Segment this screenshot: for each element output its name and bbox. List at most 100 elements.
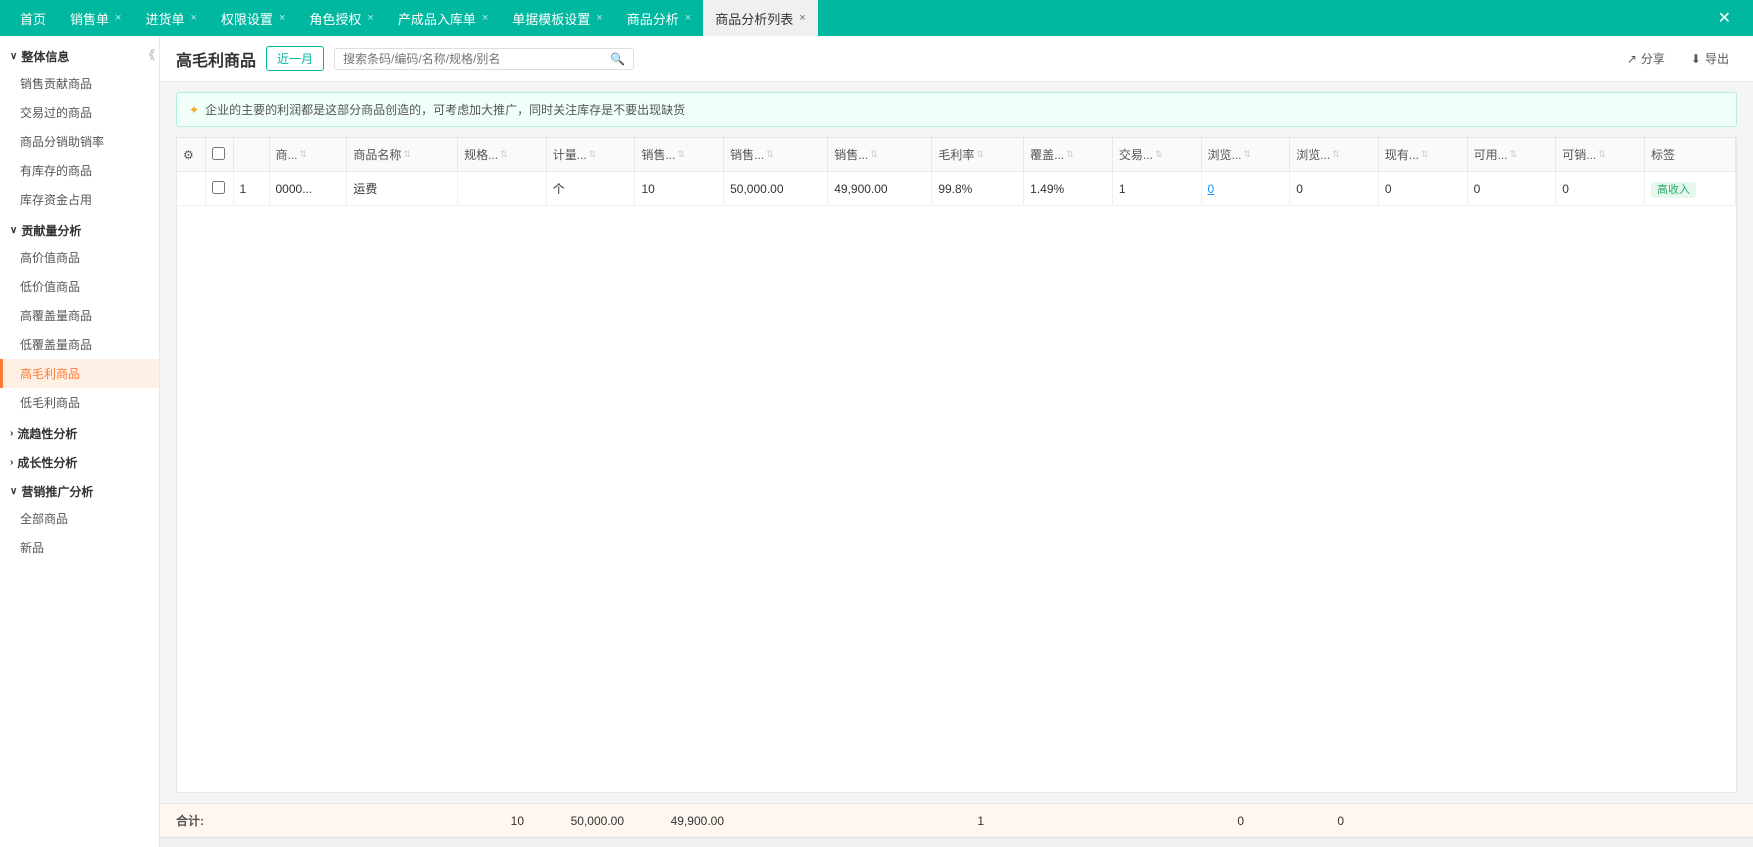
sidebar-item-全部商品[interactable]: 全部商品 <box>0 504 159 533</box>
sidebar-item-低覆盖量商品[interactable]: 低覆盖量商品 <box>0 330 159 359</box>
nav-item-商品分析列表[interactable]: 商品分析列表× <box>703 0 817 36</box>
table-cell: 10 <box>635 172 724 206</box>
export-icon: ⬇ <box>1691 52 1701 66</box>
nav-item-权限设置[interactable]: 权限设置× <box>209 0 297 36</box>
column-header-浏览...[interactable]: 浏览...⇅ <box>1290 138 1379 172</box>
column-header- <box>233 138 269 172</box>
column-header-可销...[interactable]: 可销...⇅ <box>1556 138 1645 172</box>
table-cell: 1 <box>233 172 269 206</box>
sidebar-item-商品分销助销率[interactable]: 商品分销助销率 <box>0 127 159 156</box>
window-close-button[interactable]: ✕ <box>1704 0 1745 36</box>
share-icon: ↗ <box>1627 52 1637 66</box>
column-header-计量...[interactable]: 计量...⇅ <box>546 138 635 172</box>
info-banner: ✦ 企业的主要的利润都是这部分商品创造的，可考虑加大推广，同时关注库存是不要出现… <box>176 92 1737 127</box>
export-button[interactable]: ⬇ 导出 <box>1683 46 1737 71</box>
nav-close-icon[interactable]: × <box>115 12 121 24</box>
data-table: ⚙商...⇅商品名称⇅规格...⇅计量...⇅销售...⇅销售...⇅销售...… <box>177 138 1736 206</box>
sidebar-item-有库存的商品[interactable]: 有库存的商品 <box>0 156 159 185</box>
sort-icon: ⇅ <box>1066 149 1074 160</box>
column-label: 商... <box>276 146 298 163</box>
table-cell <box>458 172 547 206</box>
column-label: 现有... <box>1385 146 1419 163</box>
nav-item-商品分析[interactable]: 商品分析× <box>615 0 703 36</box>
column-header-规格...[interactable]: 规格...⇅ <box>458 138 547 172</box>
period-button[interactable]: 近一月 <box>266 46 324 71</box>
column-header-覆盖...[interactable]: 覆盖...⇅ <box>1024 138 1113 172</box>
table-cell: 1 <box>1112 172 1201 206</box>
table-cell: 0 <box>1556 172 1645 206</box>
info-icon: ✦ <box>189 103 199 117</box>
nav-item-单据模板设置[interactable]: 单据模板设置× <box>500 0 614 36</box>
sort-icon: ⇅ <box>500 149 508 160</box>
nav-close-icon[interactable]: × <box>799 12 805 24</box>
sidebar-item-高价值商品[interactable]: 高价值商品 <box>0 243 159 272</box>
column-header-毛利率[interactable]: 毛利率⇅ <box>932 138 1024 172</box>
share-button[interactable]: ↗ 分享 <box>1619 46 1673 71</box>
sort-icon: ⇅ <box>766 149 774 160</box>
nav-close-icon[interactable]: × <box>367 12 373 24</box>
nav-close-icon[interactable]: × <box>190 12 196 24</box>
sidebar-group-贡献量分析[interactable]: ∨贡献量分析 <box>0 214 159 243</box>
select-all-checkbox[interactable] <box>212 147 225 160</box>
table-footer: 合计: 10 50,000.00 49,900.00 1 0 0 <box>160 803 1753 837</box>
sidebar-collapse-button[interactable]: 《 <box>139 44 159 64</box>
sidebar-item-高覆盖量商品[interactable]: 高覆盖量商品 <box>0 301 159 330</box>
sidebar-group-整体信息[interactable]: ∨整体信息 <box>0 40 159 69</box>
table-cell <box>177 172 205 206</box>
sidebar-group-流趋性分析[interactable]: ›流趋性分析 <box>0 417 159 446</box>
table-cell: 50,000.00 <box>724 172 828 206</box>
sidebar-item-低价值商品[interactable]: 低价值商品 <box>0 272 159 301</box>
horizontal-scrollbar[interactable] <box>160 837 1753 847</box>
nav-close-icon[interactable]: × <box>685 12 691 24</box>
nav-close-icon[interactable]: × <box>596 12 602 24</box>
search-input[interactable] <box>343 52 610 66</box>
table-link[interactable]: 0 <box>1208 182 1215 196</box>
sidebar-item-高毛利商品[interactable]: 高毛利商品 <box>0 359 159 388</box>
column-label: 销售... <box>730 146 764 163</box>
sidebar-group-营销推广分析[interactable]: ∨营销推广分析 <box>0 475 159 504</box>
sidebar-item-销售贡献商品[interactable]: 销售贡献商品 <box>0 69 159 98</box>
sidebar-group-成长性分析[interactable]: ›成长性分析 <box>0 446 159 475</box>
sidebar: 《 ∨整体信息销售贡献商品交易过的商品商品分销助销率有库存的商品库存资金占用∨贡… <box>0 36 160 847</box>
column-header-销售...[interactable]: 销售...⇅ <box>828 138 932 172</box>
sort-icon: ⇅ <box>1332 149 1340 160</box>
nav-close-icon[interactable]: × <box>482 12 488 24</box>
column-header-销售...[interactable]: 销售...⇅ <box>724 138 828 172</box>
sort-icon: ⇅ <box>870 149 878 160</box>
settings-icon[interactable]: ⚙ <box>183 148 194 162</box>
page-title: 高毛利商品 <box>176 47 256 71</box>
sort-icon: ⇅ <box>589 149 597 160</box>
table-cell: 99.8% <box>932 172 1024 206</box>
column-label: 交易... <box>1119 146 1153 163</box>
nav-item-首页[interactable]: 首页 <box>8 0 58 36</box>
nav-item-进货单[interactable]: 进货单× <box>133 0 208 36</box>
row-checkbox[interactable] <box>212 181 225 194</box>
column-header-浏览...[interactable]: 浏览...⇅ <box>1201 138 1290 172</box>
nav-item-产成品入库单[interactable]: 产成品入库单× <box>386 0 500 36</box>
sidebar-group-label: 营销推广分析 <box>21 483 93 500</box>
sidebar-item-交易过的商品[interactable]: 交易过的商品 <box>0 98 159 127</box>
column-header-: ⚙ <box>177 138 205 172</box>
sort-icon: ⇅ <box>1155 149 1163 160</box>
search-icon[interactable]: 🔍 <box>610 52 625 66</box>
nav-item-销售单[interactable]: 销售单× <box>58 0 133 36</box>
sidebar-item-库存资金占用[interactable]: 库存资金占用 <box>0 185 159 214</box>
column-header-可用...[interactable]: 可用...⇅ <box>1467 138 1556 172</box>
footer-available: 0 <box>1264 814 1344 828</box>
sidebar-group-label: 流趋性分析 <box>17 425 77 442</box>
column-header-现有...[interactable]: 现有...⇅ <box>1378 138 1467 172</box>
nav-close-icon[interactable]: × <box>279 12 285 24</box>
column-label: 覆盖... <box>1030 146 1064 163</box>
column-header-商...[interactable]: 商...⇅ <box>269 138 347 172</box>
table-cell: 0 <box>1290 172 1379 206</box>
sidebar-group-label: 成长性分析 <box>17 454 77 471</box>
sidebar-item-低毛利商品[interactable]: 低毛利商品 <box>0 388 159 417</box>
footer-trade: 1 <box>904 814 984 828</box>
chevron-icon: ∨ <box>10 225 17 236</box>
column-header- <box>205 138 233 172</box>
column-header-销售...[interactable]: 销售...⇅ <box>635 138 724 172</box>
nav-item-角色授权[interactable]: 角色授权× <box>297 0 385 36</box>
column-header-商品名称[interactable]: 商品名称⇅ <box>347 138 458 172</box>
column-header-交易...[interactable]: 交易...⇅ <box>1112 138 1201 172</box>
sidebar-item-新品[interactable]: 新品 <box>0 533 159 562</box>
